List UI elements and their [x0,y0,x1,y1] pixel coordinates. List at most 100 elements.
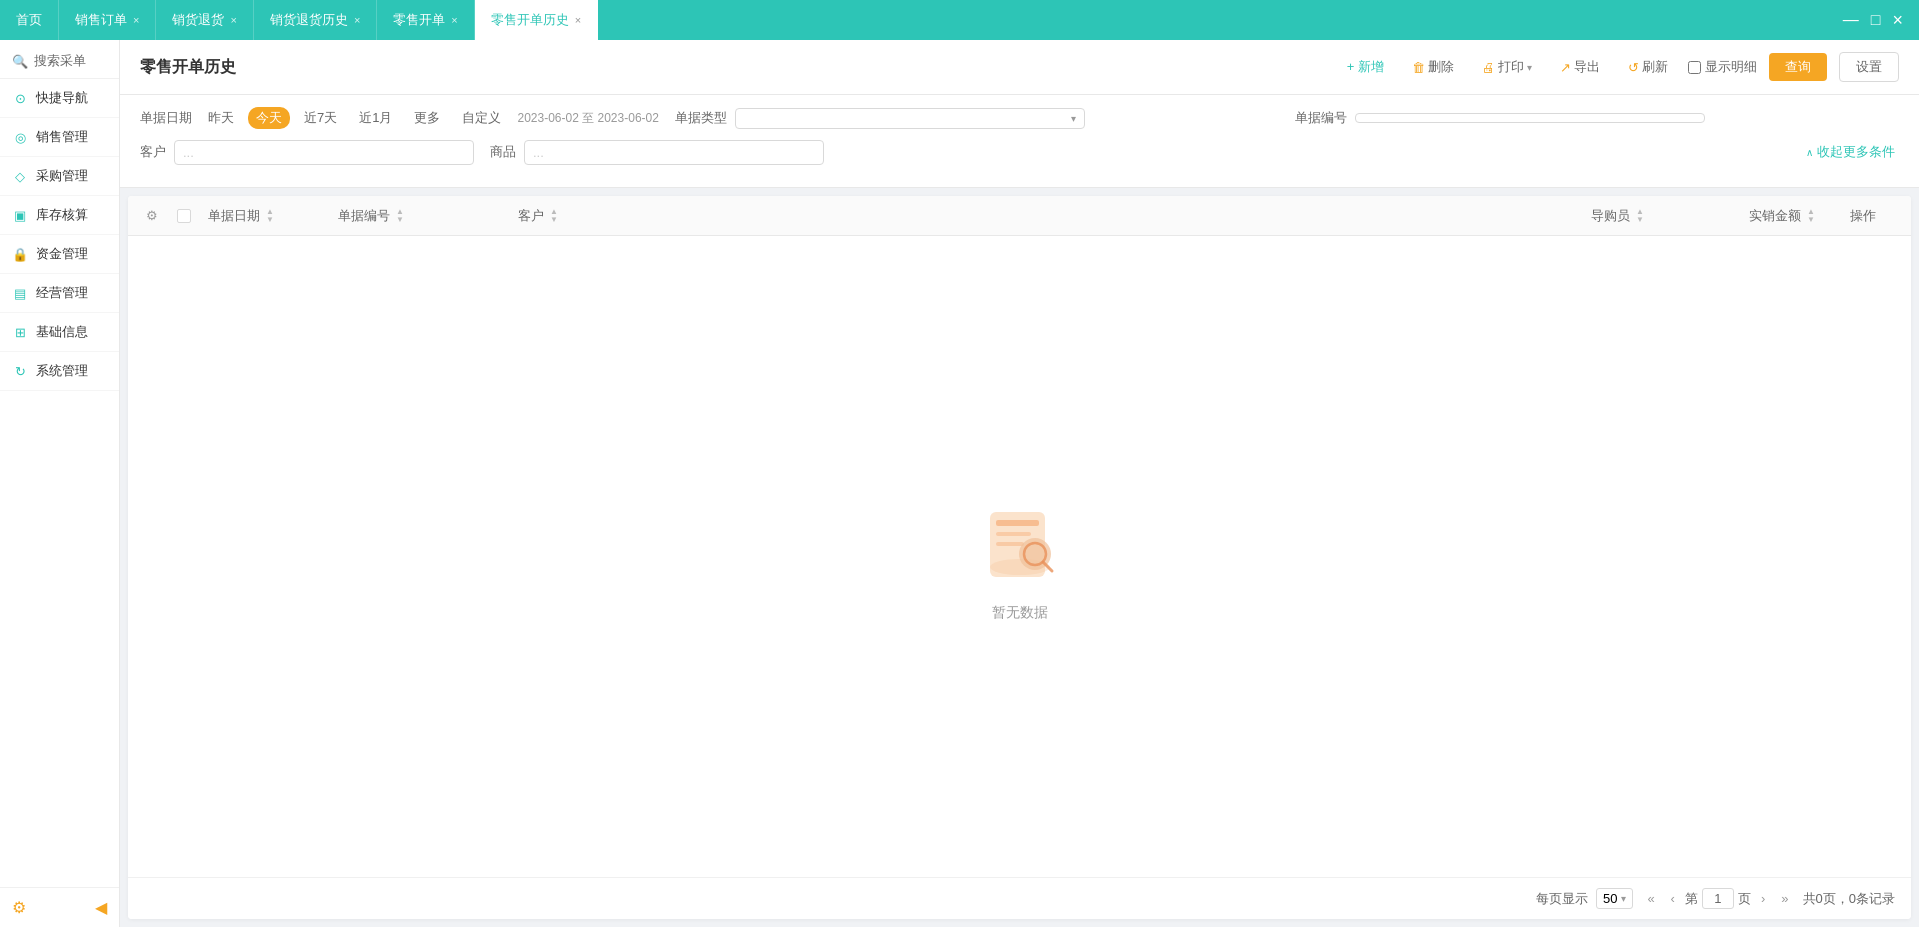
select-all-checkbox[interactable] [177,209,191,223]
sidebar-search[interactable]: 🔍 搜索采单 [0,44,119,79]
th-customer-sort[interactable]: ▲ ▼ [550,208,558,224]
add-button[interactable]: + 新增 [1339,54,1392,80]
tab-retail-open-history[interactable]: 零售开单历史 × [475,0,598,40]
tab-sales-return-history-close[interactable]: × [354,14,360,26]
sidebar-item-finance-label: 资金管理 [36,245,88,263]
th-guide-label: 导购员 [1591,207,1630,225]
date-filter-group: 单据日期 昨天 今天 近7天 近1月 更多 自定义 2023-06-02 至 2… [140,107,659,129]
settings-gear-icon[interactable]: ⚙ [12,898,26,917]
page-total: 共0页，0条记录 [1803,890,1895,908]
customer-input[interactable]: ... [174,140,474,165]
th-amount-label: 实销金额 [1749,207,1801,225]
window-close-btn[interactable]: × [1892,10,1903,31]
display-detail-button[interactable]: 显示明细 [1688,58,1757,76]
bag-icon: ◇ [12,168,28,184]
sidebar-item-purchase-mgmt[interactable]: ◇ 采购管理 [0,157,119,196]
content-area: 零售开单历史 + 新增 🗑 删除 🖨 打印 ▾ ↗ 导出 ↺ [120,40,1919,927]
th-amount-sort[interactable]: ▲ ▼ [1807,208,1815,224]
bill-no-label: 单据编号 [1295,109,1347,127]
refresh-button[interactable]: ↺ 刷新 [1620,54,1676,80]
collapse-more-label: 收起更多条件 [1817,143,1895,161]
collapse-more-container: ∧ 收起更多条件 [840,139,1899,165]
cart-icon: ◎ [12,129,28,145]
page-next-btn[interactable]: › [1755,889,1771,908]
goods-placeholder: ... [533,145,544,160]
date-opt-1month[interactable]: 近1月 [351,107,400,129]
th-date-sort[interactable]: ▲ ▼ [266,208,274,224]
bill-type-select[interactable]: ▾ [735,108,1085,129]
window-min-btn[interactable]: — [1843,11,1859,29]
page-title: 零售开单历史 [140,57,236,78]
main-layout: 🔍 搜索采单 ⊙ 快捷导航 ◎ 销售管理 ◇ 采购管理 ▣ 库存核算 🔒 资金管… [0,40,1919,927]
date-opt-custom[interactable]: 自定义 [454,107,509,129]
tab-retail-open-history-label: 零售开单历史 [491,11,569,29]
page-size-value: 50 [1603,891,1617,906]
page-suffix: 页 [1738,890,1751,908]
empty-state: 暂无数据 [128,236,1911,877]
th-date-label: 单据日期 [208,207,260,225]
grid-icon: ⊞ [12,324,28,340]
tab-sales-return-close[interactable]: × [230,14,236,26]
date-opt-7days[interactable]: 近7天 [296,107,345,129]
date-opt-yesterday[interactable]: 昨天 [200,107,242,129]
goods-input[interactable]: ... [524,140,824,165]
tab-home-label: 首页 [16,11,42,29]
tab-retail-open[interactable]: 零售开单 × [377,0,474,40]
sort-down-icon: ▼ [396,216,404,224]
customer-filter-group: 客户 ... [140,140,474,165]
page-last-btn[interactable]: » [1775,889,1794,908]
page-size-select[interactable]: 50 ▾ [1596,888,1633,909]
settings-button[interactable]: 设置 [1839,52,1899,82]
collapse-more-button[interactable]: ∧ 收起更多条件 [1802,139,1899,165]
sidebar-item-inventory[interactable]: ▣ 库存核算 [0,196,119,235]
query-button[interactable]: 查询 [1769,53,1827,81]
th-bill-no-sort[interactable]: ▲ ▼ [396,208,404,224]
filter-area: 单据日期 昨天 今天 近7天 近1月 更多 自定义 2023-06-02 至 2… [120,95,1919,188]
bill-type-label: 单据类型 [675,109,727,127]
lock-icon: 🔒 [12,246,28,262]
home-icon: ⊙ [12,90,28,106]
page-first-btn[interactable]: « [1641,889,1660,908]
bill-no-input[interactable] [1355,113,1705,123]
th-guide: 导购员 ▲ ▼ [1583,207,1703,225]
sidebar-item-basic-info[interactable]: ⊞ 基础信息 [0,313,119,352]
pagination: 每页显示 50 ▾ « ‹ 第 1 页 › » 共0页，0条记录 [128,877,1911,919]
sidebar-item-system[interactable]: ↻ 系统管理 [0,352,119,391]
tab-home[interactable]: 首页 [0,0,59,40]
tab-retail-open-history-close[interactable]: × [575,14,581,26]
date-options: 昨天 今天 近7天 近1月 更多 自定义 [200,107,509,129]
page-current-input[interactable]: 1 [1702,888,1734,909]
page-prev-btn[interactable]: ‹ [1665,889,1681,908]
sidebar-search-label: 搜索采单 [34,52,86,70]
bill-type-dropdown-icon: ▾ [1071,113,1076,124]
display-detail-checkbox[interactable] [1688,61,1701,74]
th-guide-sort[interactable]: ▲ ▼ [1636,208,1644,224]
svg-rect-2 [996,520,1039,526]
th-action-label: 操作 [1850,207,1876,225]
tab-sales-return-history[interactable]: 销货退货历史 × [254,0,377,40]
date-opt-today[interactable]: 今天 [248,107,290,129]
print-button[interactable]: 🖨 打印 ▾ [1474,54,1540,80]
tab-sales-order-close[interactable]: × [133,14,139,26]
tab-sales-return[interactable]: 销货退货 × [156,0,253,40]
sidebar-item-quick-nav[interactable]: ⊙ 快捷导航 [0,79,119,118]
export-button[interactable]: ↗ 导出 [1552,54,1608,80]
th-amount: 实销金额 ▲ ▼ [1703,207,1823,225]
page-size-dropdown-icon: ▾ [1621,893,1626,904]
filter-row-2: 客户 ... 商品 ... ∧ 收起更多条件 [140,139,1899,165]
sidebar-item-operations[interactable]: ▤ 经营管理 [0,274,119,313]
window-max-btn[interactable]: □ [1871,11,1881,29]
date-opt-more[interactable]: 更多 [406,107,448,129]
refresh-icon: ↺ [1628,60,1639,75]
tab-sales-order[interactable]: 销售订单 × [59,0,156,40]
sidebar-bottom: ⚙ ◀ [0,887,119,927]
sidebar-item-sales-mgmt[interactable]: ◎ 销售管理 [0,118,119,157]
tab-retail-open-close[interactable]: × [451,14,457,26]
collapse-sidebar-icon[interactable]: ◀ [95,898,107,917]
table-settings-icon[interactable]: ⚙ [136,208,168,223]
date-filter-label: 单据日期 [140,109,192,127]
sidebar-item-basic-info-label: 基础信息 [36,323,88,341]
th-date: 单据日期 ▲ ▼ [200,207,330,225]
delete-button[interactable]: 🗑 删除 [1404,54,1462,80]
sidebar-item-finance[interactable]: 🔒 资金管理 [0,235,119,274]
